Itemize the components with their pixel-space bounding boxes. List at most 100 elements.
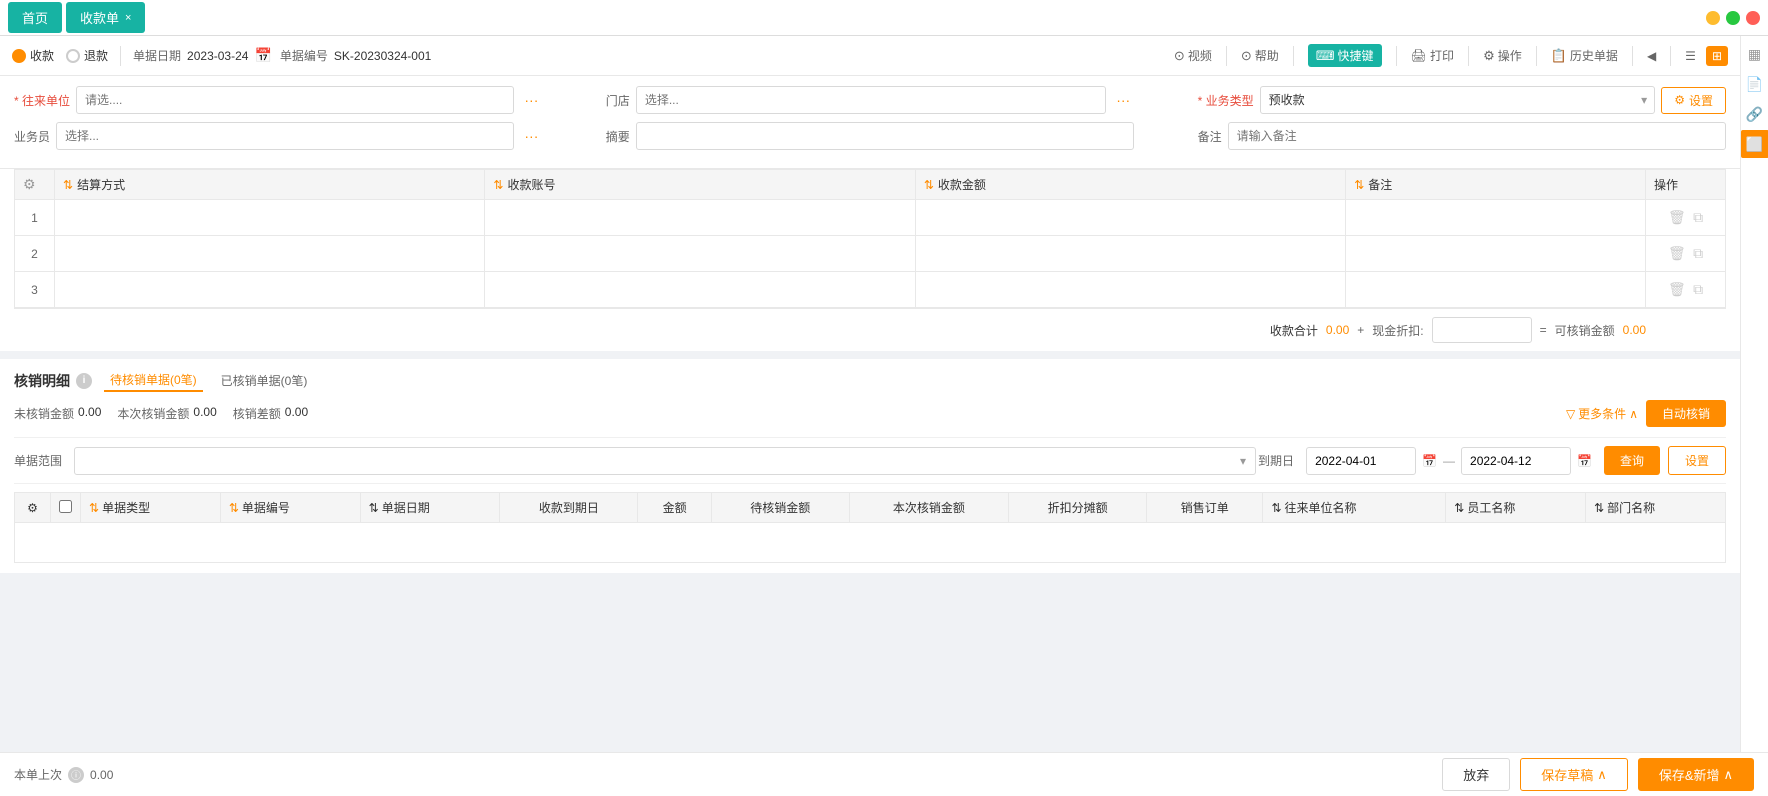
row-3-remark[interactable] xyxy=(1346,272,1646,308)
row-2-copy-icon[interactable]: ⧉ xyxy=(1693,245,1703,261)
filter-range-input[interactable] xyxy=(74,447,1256,475)
close-button[interactable] xyxy=(1746,11,1760,25)
filter-range-arrow[interactable]: ▾ xyxy=(1240,454,1246,468)
store-input[interactable] xyxy=(636,86,1106,114)
print-action[interactable]: 🖨 打印 xyxy=(1411,47,1455,64)
date-to-input[interactable] xyxy=(1461,447,1571,475)
footer-info-icon[interactable]: ⓘ xyxy=(68,767,84,783)
verify-date-sort-icon: ⇅ xyxy=(369,501,379,515)
more-filter-button[interactable]: ▽ 更多条件 ∧ xyxy=(1566,405,1638,422)
table-gear-header[interactable]: ⚙ xyxy=(15,170,55,200)
summary-available-value: 0.00 xyxy=(1623,323,1646,337)
date-from-input[interactable] xyxy=(1306,447,1416,475)
save-new-label: 保存&新增 xyxy=(1659,765,1720,784)
summary-discount-input[interactable] xyxy=(1432,317,1532,343)
verify-tab-done[interactable]: 已核销单据(0笔) xyxy=(215,370,314,391)
row-3-delete-icon[interactable]: 🗑 xyxy=(1668,281,1686,297)
row-2-amount[interactable] xyxy=(915,236,1345,272)
history-action[interactable]: 📋 历史单据 xyxy=(1551,47,1618,64)
remark-input[interactable] xyxy=(1228,122,1726,150)
row-1-remark[interactable] xyxy=(1346,200,1646,236)
shortcut-action[interactable]: ⌨ 快捷键 xyxy=(1308,44,1382,67)
col-account-header: ⇅ 收款账号 xyxy=(485,170,915,200)
tab-close-icon[interactable]: × xyxy=(125,12,131,24)
verify-col-staff: ⇅ 员工名称 xyxy=(1446,493,1586,523)
table-gear-icon[interactable]: ⚙ xyxy=(23,176,36,192)
row-1-amount[interactable] xyxy=(915,200,1345,236)
row-3-settle[interactable] xyxy=(55,272,485,308)
tab-home[interactable]: 首页 xyxy=(8,2,62,33)
save-draft-label: 保存草稿 xyxy=(1541,765,1593,784)
verify-settings-button[interactable]: 设置 xyxy=(1668,446,1726,475)
list-view-action[interactable]: ☰ xyxy=(1685,49,1696,63)
col-amount-label: 收款金额 xyxy=(938,176,986,193)
divider-1 xyxy=(120,46,121,66)
row-3-account[interactable] xyxy=(485,272,915,308)
verify-gear-icon[interactable]: ⚙ xyxy=(27,501,38,515)
verify-gear-header[interactable]: ⚙ xyxy=(15,493,51,523)
row-2-delete-icon[interactable]: 🗑 xyxy=(1668,245,1686,261)
doc-no-group: 单据编号 SK-20230324-001 xyxy=(280,47,431,64)
verify-col-pending: 待核销金额 xyxy=(711,493,849,523)
row-1-ops: 🗑 ⧉ xyxy=(1646,200,1726,236)
save-draft-button[interactable]: 保存草稿 ∧ xyxy=(1520,758,1628,791)
verify-tab-pending[interactable]: 待核销单据(0笔) xyxy=(104,369,203,392)
sidebar-doc-icon[interactable]: 📄 xyxy=(1741,70,1768,98)
store-more-icon[interactable]: ··· xyxy=(1112,92,1134,108)
query-button[interactable]: 查询 xyxy=(1604,446,1660,475)
staff-input[interactable] xyxy=(56,122,514,150)
summary-input[interactable] xyxy=(636,122,1134,150)
radio-refund[interactable]: 退款 xyxy=(66,47,108,64)
row-3-copy-icon[interactable]: ⧉ xyxy=(1693,281,1703,297)
row-2-remark[interactable] xyxy=(1346,236,1646,272)
biz-settings-button[interactable]: ⚙ 设置 xyxy=(1661,87,1726,114)
auto-verify-button[interactable]: 自动核销 xyxy=(1646,400,1726,427)
verify-sale-order-label: 销售订单 xyxy=(1181,501,1229,515)
row-2-settle[interactable] xyxy=(55,236,485,272)
diff-label: 核销差额 xyxy=(233,405,281,422)
sidebar-camera-icon[interactable]: ⬜ xyxy=(1741,130,1768,158)
verify-due-date-label: 收款到期日 xyxy=(539,501,599,515)
calendar-from-icon[interactable]: 📅 xyxy=(1422,454,1437,468)
unchecked-value: 0.00 xyxy=(78,405,101,422)
sidebar-link-icon[interactable]: 🔗 xyxy=(1741,100,1768,128)
calendar-icon[interactable]: 📅 xyxy=(254,47,271,64)
table-row: 2 🗑 ⧉ xyxy=(15,236,1726,272)
verify-type-label: 单据类型 xyxy=(102,499,150,516)
staff-label: 业务员 xyxy=(14,128,50,145)
verify-info-icon[interactable]: i xyxy=(76,373,92,389)
current-label: 本次核销金额 xyxy=(117,405,189,422)
staff-more-icon[interactable]: ··· xyxy=(520,128,542,144)
col-remark-sort-icon: ⇅ xyxy=(1354,178,1364,192)
row-1-delete-icon[interactable]: 🗑 xyxy=(1668,209,1686,225)
radio-receipt[interactable]: 收款 xyxy=(12,47,54,64)
prev-page-action[interactable]: ◀ xyxy=(1647,49,1656,63)
tab-active[interactable]: 收款单 × xyxy=(66,2,145,33)
operations-action[interactable]: ⚙ 操作 xyxy=(1483,47,1522,64)
print-label: 打印 xyxy=(1430,47,1454,64)
help-action[interactable]: ⊙ 帮助 xyxy=(1241,47,1279,64)
store-field: 门店 ··· xyxy=(606,86,1134,114)
row-2-account[interactable] xyxy=(485,236,915,272)
biz-settings-label: 设置 xyxy=(1689,92,1713,109)
row-1-copy-icon[interactable]: ⧉ xyxy=(1693,209,1703,225)
biz-type-select[interactable]: 预收款 xyxy=(1260,86,1656,114)
verify-no-label: 单据编号 xyxy=(242,499,290,516)
row-3-amount[interactable] xyxy=(915,272,1345,308)
save-new-button[interactable]: 保存&新增 ∧ xyxy=(1638,758,1754,791)
abandon-button[interactable]: 放弃 xyxy=(1442,758,1510,791)
sidebar-table-icon[interactable]: ▦ xyxy=(1741,40,1768,68)
minimize-button[interactable] xyxy=(1706,11,1720,25)
counterpart-more-icon[interactable]: ··· xyxy=(520,92,542,108)
verify-col-current: 本次核销金额 xyxy=(849,493,1008,523)
grid-view-action[interactable]: ⊞ xyxy=(1706,46,1728,66)
maximize-button[interactable] xyxy=(1726,11,1740,25)
footer-prev-value: 0.00 xyxy=(90,768,113,782)
row-1-account[interactable] xyxy=(485,200,915,236)
verify-select-all[interactable] xyxy=(59,500,72,513)
counterpart-input[interactable] xyxy=(76,86,514,114)
verify-checkbox-header[interactable] xyxy=(51,493,81,523)
calendar-to-icon[interactable]: 📅 xyxy=(1577,454,1592,468)
row-1-settle[interactable] xyxy=(55,200,485,236)
video-action[interactable]: ⊙ 视频 xyxy=(1174,47,1212,64)
